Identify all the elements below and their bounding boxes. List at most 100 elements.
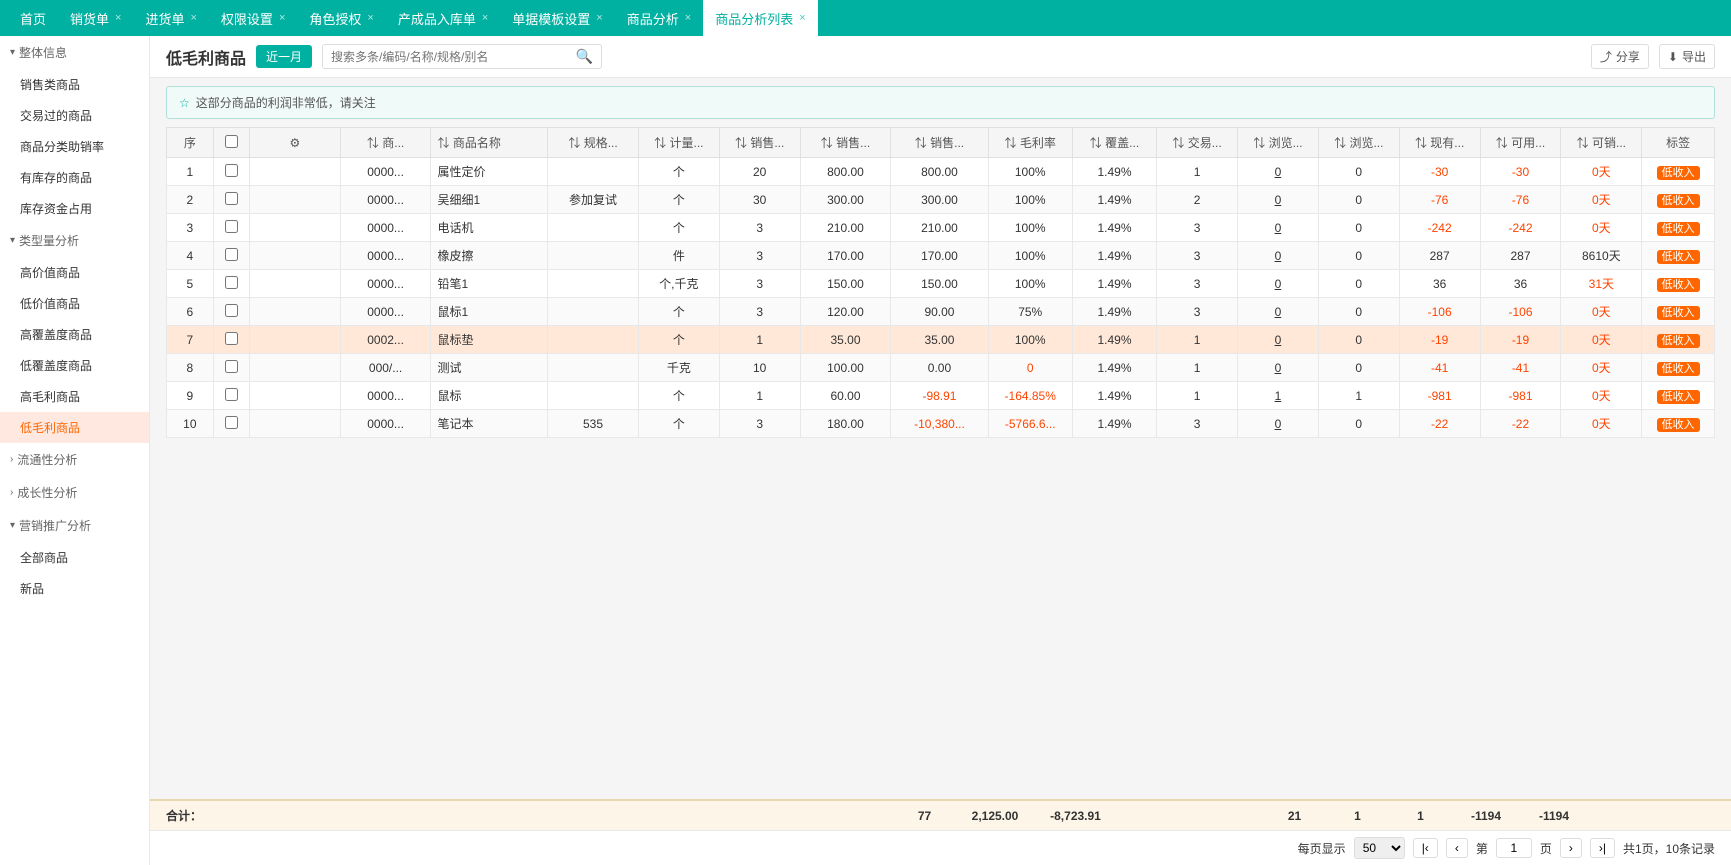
date-filter-button[interactable]: 近一月 — [256, 45, 312, 68]
cell-check[interactable] — [213, 214, 249, 242]
nav-purchase-order[interactable]: 进货单 × — [133, 0, 208, 36]
nav-product-analysis-close[interactable]: × — [685, 12, 691, 24]
search-input[interactable] — [331, 50, 576, 64]
row-checkbox[interactable] — [225, 332, 238, 345]
col-header-stock[interactable]: ⇅ 现有... — [1399, 128, 1480, 158]
sidebar-group-marketing[interactable]: ▾ 营销推广分析 — [0, 509, 149, 542]
cell-check[interactable] — [213, 242, 249, 270]
cell-check[interactable] — [213, 298, 249, 326]
col-header-browse2[interactable]: ⇅ 浏览... — [1318, 128, 1399, 158]
col-header-gross-rate[interactable]: ⇅ 毛利率 — [988, 128, 1072, 158]
cell-seq: 1 — [167, 158, 214, 186]
col-header-code[interactable]: ⇅ 商... — [340, 128, 431, 158]
nav-sales-order-close[interactable]: × — [115, 12, 121, 24]
nav-home[interactable]: 首页 — [8, 0, 58, 36]
sidebar-item-traded-products[interactable]: 交易过的商品 — [0, 100, 149, 131]
sidebar-item-low-value[interactable]: 低价值商品 — [0, 288, 149, 319]
sidebar-item-new-products[interactable]: 新品 — [0, 573, 149, 604]
sidebar-group-circulation[interactable]: › 流通性分析 — [0, 443, 149, 476]
cell-browse1[interactable]: 0 — [1237, 214, 1318, 242]
row-checkbox[interactable] — [225, 360, 238, 373]
prev-page-button[interactable]: ‹ — [1446, 838, 1468, 858]
nav-permissions-close[interactable]: × — [279, 12, 285, 24]
sidebar-item-low-coverage[interactable]: 低覆盖度商品 — [0, 350, 149, 381]
first-page-button[interactable]: |‹ — [1413, 838, 1438, 858]
cell-browse1[interactable]: 0 — [1237, 158, 1318, 186]
export-button[interactable]: ⬇ 导出 — [1659, 44, 1715, 69]
cell-browse1[interactable]: 0 — [1237, 410, 1318, 438]
row-checkbox[interactable] — [225, 248, 238, 261]
sidebar-item-high-value[interactable]: 高价值商品 — [0, 257, 149, 288]
cell-browse1[interactable]: 0 — [1237, 186, 1318, 214]
col-header-settings[interactable]: ⚙ — [249, 128, 340, 158]
nav-role-auth[interactable]: 角色授权 × — [297, 0, 385, 36]
col-header-cover[interactable]: ⇅ 覆盖... — [1072, 128, 1156, 158]
row-checkbox[interactable] — [225, 276, 238, 289]
cell-sales-qty: 3 — [719, 298, 800, 326]
sidebar-item-stocked-products[interactable]: 有库存的商品 — [0, 162, 149, 193]
cell-browse1[interactable]: 0 — [1237, 242, 1318, 270]
sidebar-item-inventory-capital[interactable]: 库存资金占用 — [0, 193, 149, 224]
col-header-seq[interactable]: 序 — [167, 128, 214, 158]
sidebar-item-category-rate[interactable]: 商品分类助销率 — [0, 131, 149, 162]
col-header-sales-qty[interactable]: ⇅ 销售... — [719, 128, 800, 158]
cell-browse1[interactable]: 0 — [1237, 326, 1318, 354]
nav-product-inbound-close[interactable]: × — [482, 12, 488, 24]
nav-permissions[interactable]: 权限设置 × — [209, 0, 297, 36]
nav-product-analysis[interactable]: 商品分析 × — [615, 0, 703, 36]
cell-check[interactable] — [213, 186, 249, 214]
col-header-name[interactable]: ⇅ 商品名称 — [431, 128, 548, 158]
nav-role-close[interactable]: × — [367, 12, 373, 24]
search-icon[interactable]: 🔍 — [576, 48, 593, 65]
col-header-unit[interactable]: ⇅ 计量... — [638, 128, 719, 158]
sidebar-item-low-profit[interactable]: 低毛利商品 — [0, 412, 149, 443]
cell-check[interactable] — [213, 354, 249, 382]
cell-spec — [548, 298, 639, 326]
nav-purchase-close[interactable]: × — [190, 12, 196, 24]
col-header-sales-price[interactable]: ⇅ 销售... — [800, 128, 891, 158]
table-row: 6 0000... 鼠标1 个 3 120.00 90.00 75% 1.49%… — [167, 298, 1715, 326]
row-checkbox[interactable] — [225, 192, 238, 205]
sidebar-item-high-profit[interactable]: 高毛利商品 — [0, 381, 149, 412]
nav-template-close[interactable]: × — [596, 12, 602, 24]
sidebar-group-growth[interactable]: › 成长性分析 — [0, 476, 149, 509]
sidebar-item-all-products[interactable]: 全部商品 — [0, 542, 149, 573]
cell-check[interactable] — [213, 326, 249, 354]
col-header-saleable[interactable]: ⇅ 可销... — [1561, 128, 1642, 158]
row-checkbox[interactable] — [225, 304, 238, 317]
nav-product-analysis-list-close[interactable]: × — [799, 12, 805, 24]
nav-template-settings[interactable]: 单据模板设置 × — [500, 0, 614, 36]
col-header-browse1[interactable]: ⇅ 浏览... — [1237, 128, 1318, 158]
row-checkbox[interactable] — [225, 388, 238, 401]
cell-check[interactable] — [213, 382, 249, 410]
sidebar-group-overall[interactable]: ▾ 整体信息 — [0, 36, 149, 69]
nav-product-analysis-list[interactable]: 商品分析列表 × — [703, 0, 817, 36]
row-checkbox[interactable] — [225, 164, 238, 177]
nav-sales-order[interactable]: 销货单 × — [58, 0, 133, 36]
col-header-trade[interactable]: ⇅ 交易... — [1157, 128, 1238, 158]
col-header-check[interactable] — [213, 128, 249, 158]
row-checkbox[interactable] — [225, 416, 238, 429]
cell-check[interactable] — [213, 158, 249, 186]
next-page-button[interactable]: › — [1560, 838, 1582, 858]
select-all-checkbox[interactable] — [225, 135, 238, 148]
page-number-input[interactable] — [1496, 838, 1532, 858]
sidebar-item-high-coverage[interactable]: 高覆盖度商品 — [0, 319, 149, 350]
sidebar-group-type-analysis[interactable]: ▾ 类型量分析 — [0, 224, 149, 257]
sidebar-item-sales-products[interactable]: 销售类商品 — [0, 69, 149, 100]
cell-browse1[interactable]: 1 — [1237, 382, 1318, 410]
share-button[interactable]: ⤴ 分享 — [1591, 44, 1649, 69]
per-page-select[interactable]: 50 100 200 — [1354, 837, 1405, 859]
col-header-sales-amt[interactable]: ⇅ 销售... — [891, 128, 988, 158]
last-page-button[interactable]: ›| — [1590, 838, 1615, 858]
col-header-tag[interactable]: 标签 — [1642, 128, 1715, 158]
cell-browse1[interactable]: 0 — [1237, 354, 1318, 382]
cell-check[interactable] — [213, 410, 249, 438]
cell-check[interactable] — [213, 270, 249, 298]
col-header-spec[interactable]: ⇅ 规格... — [548, 128, 639, 158]
col-header-avail[interactable]: ⇅ 可用... — [1480, 128, 1561, 158]
nav-product-inbound[interactable]: 产成品入库单 × — [386, 0, 500, 36]
cell-browse1[interactable]: 0 — [1237, 298, 1318, 326]
cell-browse1[interactable]: 0 — [1237, 270, 1318, 298]
row-checkbox[interactable] — [225, 220, 238, 233]
